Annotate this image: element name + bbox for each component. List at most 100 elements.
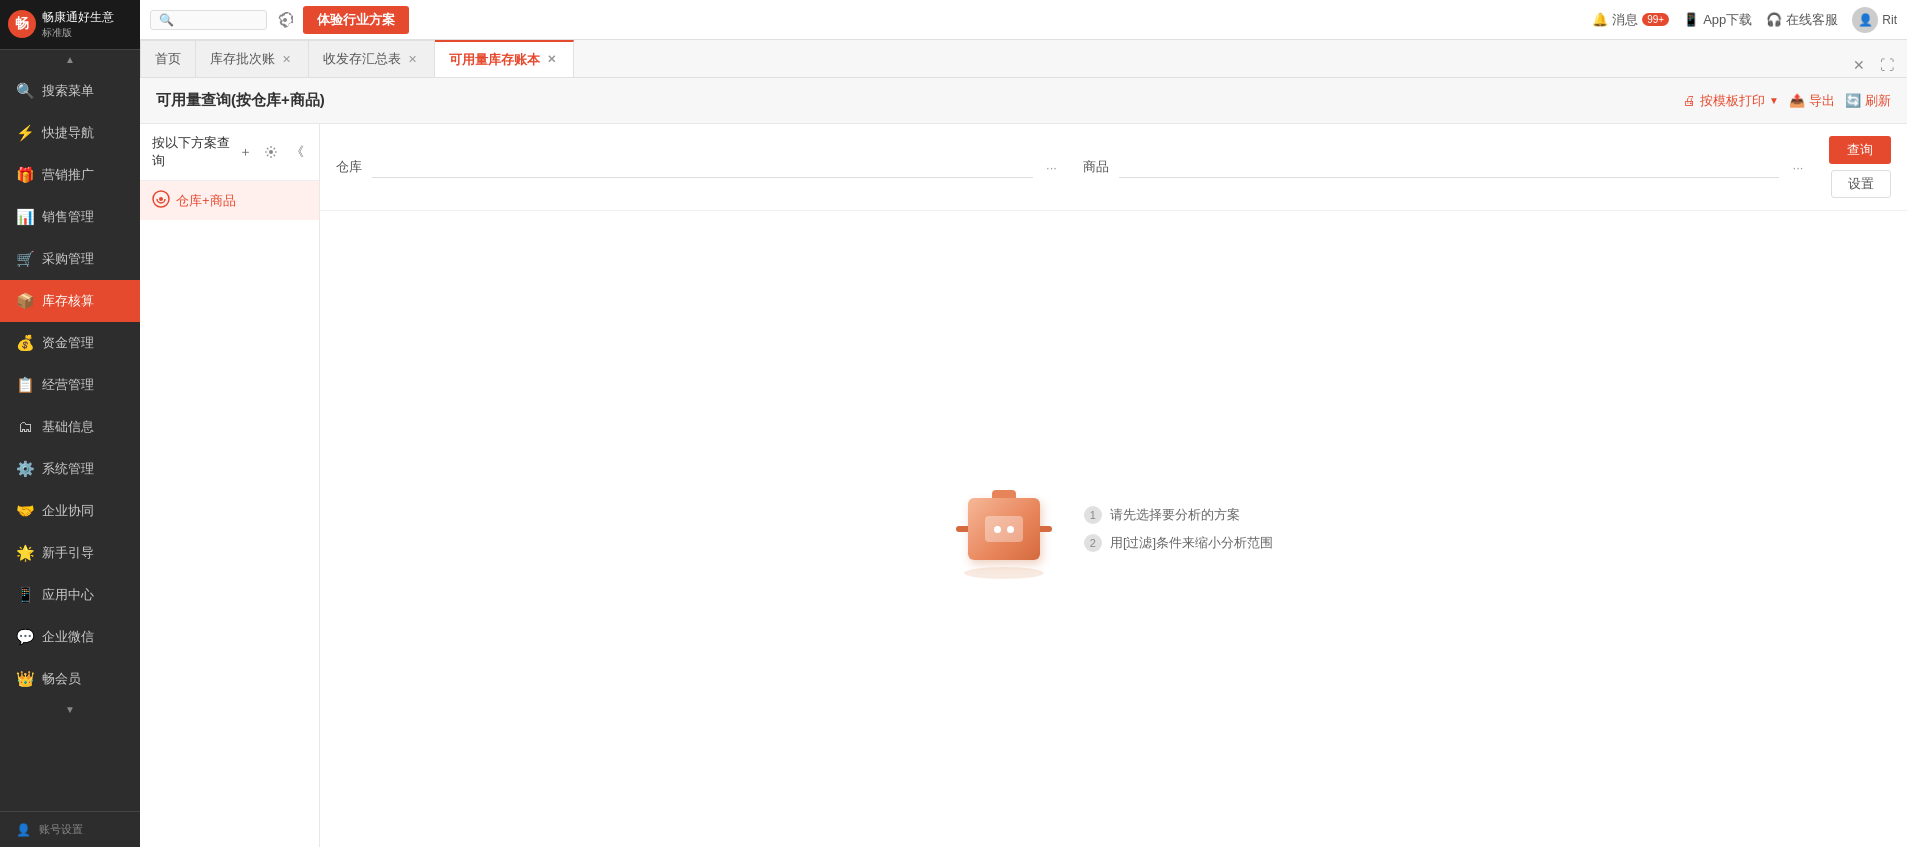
star-icon: 🌟 (16, 544, 34, 562)
close-tab-btn[interactable]: ✕ (1847, 53, 1871, 77)
export-btn[interactable]: 📤 导出 (1789, 92, 1835, 110)
tab-home[interactable]: 首页 (140, 40, 196, 77)
print-btn[interactable]: 🖨 按模板打印 ▼ (1683, 92, 1779, 110)
svg-point-2 (159, 197, 163, 201)
sidebar-menu: ▲ 🔍 搜索菜单 ⚡ 快捷导航 🎁 营销推广 📊 销售管理 🛒 采购管理 📦 库… (0, 50, 140, 811)
refresh-btn[interactable]: 🔄 刷新 (1845, 92, 1891, 110)
crown-icon: 👑 (16, 670, 34, 688)
filter-actions: 查询 设置 (1829, 136, 1891, 198)
filter-bar: 仓库 ··· 商品 ··· 查询 设置 (320, 124, 1907, 211)
tab-close-receipt[interactable]: ✕ (405, 52, 420, 67)
svg-point-0 (269, 150, 273, 154)
tab-batch-account[interactable]: 库存批次账 ✕ (196, 40, 309, 77)
left-panel: 按以下方案查询 ＋ 《 仓库+商品 (140, 124, 320, 847)
sidebar-scroll-down[interactable]: ▼ (0, 700, 140, 720)
sidebar-item-wechat[interactable]: 💬 企业微信 (0, 616, 140, 658)
online-service-btn[interactable]: 🎧 在线客服 (1766, 11, 1838, 29)
settings-icon[interactable] (273, 8, 297, 32)
settings-button[interactable]: 设置 (1831, 170, 1891, 198)
gear-icon: ⚙️ (16, 460, 34, 478)
goods-filter-input[interactable] (1119, 156, 1780, 178)
refresh-icon: 🔄 (1845, 93, 1861, 108)
warehouse-more-btn[interactable]: ··· (1041, 156, 1063, 178)
app-download-btn[interactable]: 📱 App下载 (1683, 11, 1752, 29)
goods-more-btn[interactable]: ··· (1787, 156, 1809, 178)
expand-tab-btn[interactable]: ⛶ (1875, 53, 1899, 77)
sidebar-header: 畅 畅康通好生意 标准版 (0, 0, 140, 50)
sidebar-item-cooperation[interactable]: 🤝 企业协同 (0, 490, 140, 532)
trial-button[interactable]: 体验行业方案 (303, 6, 409, 34)
money-icon: 💰 (16, 334, 34, 352)
tabs-bar: 首页 库存批次账 ✕ 收发存汇总表 ✕ 可用量库存账本 ✕ ✕ ⛶ (140, 40, 1907, 78)
avatar: 👤 (1852, 7, 1878, 33)
chat-icon: 💬 (16, 628, 34, 646)
sidebar-item-finance[interactable]: 💰 资金管理 (0, 322, 140, 364)
sidebar-item-operations[interactable]: 📋 经营管理 (0, 364, 140, 406)
shortcut-icon: ⚡ (16, 124, 34, 142)
sidebar-footer: 👤 账号设置 (0, 811, 140, 847)
hint-1: 1 请先选择要分析的方案 (1084, 506, 1273, 524)
scheme-warehouse-goods[interactable]: 仓库+商品 (140, 181, 319, 220)
goods-filter-field: 商品 ··· (1083, 156, 1810, 178)
page-title: 可用量查询(按仓库+商品) (156, 91, 325, 110)
printer-icon: 🖨 (1683, 93, 1696, 108)
tabs-actions: ✕ ⛶ (1847, 53, 1907, 77)
left-panel-header: 按以下方案查询 ＋ 《 (140, 124, 319, 181)
cart-icon: 🛒 (16, 250, 34, 268)
hint-2: 2 用[过滤]条件来缩小分析范围 (1084, 534, 1273, 552)
search-icon-small: 🔍 (159, 13, 174, 27)
headset-icon: 🎧 (1766, 12, 1782, 27)
query-button[interactable]: 查询 (1829, 136, 1891, 164)
main-area: 🔍 体验行业方案 🔔 消息 99+ 📱 App下载 🎧 在线客服 (140, 0, 1907, 847)
tab-close-batch[interactable]: ✕ (279, 52, 294, 67)
sidebar-item-marketing[interactable]: 🎁 营销推广 (0, 154, 140, 196)
tab-available-stock[interactable]: 可用量库存账本 ✕ (435, 40, 574, 77)
topbar-right: 🔔 消息 99+ 📱 App下载 🎧 在线客服 👤 Rit (1592, 7, 1897, 33)
dropdown-arrow-icon: ▼ (1769, 95, 1779, 106)
sidebar-item-member[interactable]: 👑 畅会员 (0, 658, 140, 700)
phone-download-icon: 📱 (1683, 12, 1699, 27)
handshake-icon: 🤝 (16, 502, 34, 520)
sidebar-scroll-up[interactable]: ▲ (0, 50, 140, 70)
sidebar-item-shortcut[interactable]: ⚡ 快捷导航 (0, 112, 140, 154)
warehouse-filter-label: 仓库 (336, 158, 364, 176)
export-icon: 📤 (1789, 93, 1805, 108)
search-input[interactable] (178, 13, 258, 27)
empty-illustration (954, 479, 1054, 579)
sidebar-item-purchase[interactable]: 🛒 采购管理 (0, 238, 140, 280)
username-label: Rit (1882, 13, 1897, 27)
add-scheme-btn[interactable]: ＋ (235, 142, 255, 162)
gift-icon: 🎁 (16, 166, 34, 184)
folder-icon: 🗂 (16, 418, 34, 435)
notification-btn[interactable]: 🔔 消息 99+ (1592, 11, 1669, 29)
user-profile-btn[interactable]: 👤 Rit (1852, 7, 1897, 33)
scheme-settings-btn[interactable] (261, 142, 281, 162)
search-icon: 🔍 (16, 82, 34, 100)
clipboard-icon: 📋 (16, 376, 34, 394)
notification-badge: 99+ (1642, 13, 1669, 26)
sidebar-item-basics[interactable]: 🗂 基础信息 (0, 406, 140, 448)
sidebar-item-system[interactable]: ⚙️ 系统管理 (0, 448, 140, 490)
box-icon: 📦 (16, 292, 34, 310)
left-panel-actions: ＋ 《 (235, 142, 307, 162)
search-box[interactable]: 🔍 (150, 10, 267, 30)
sidebar-item-sales[interactable]: 📊 销售管理 (0, 196, 140, 238)
sidebar-item-search[interactable]: 🔍 搜索菜单 (0, 70, 140, 112)
chart-icon: 📊 (16, 208, 34, 226)
tab-close-available[interactable]: ✕ (544, 52, 559, 67)
collapse-panel-btn[interactable]: 《 (287, 142, 307, 162)
user-icon: 👤 (16, 823, 31, 837)
sidebar-item-appstore[interactable]: 📱 应用中心 (0, 574, 140, 616)
topbar: 🔍 体验行业方案 🔔 消息 99+ 📱 App下载 🎧 在线客服 (140, 0, 1907, 40)
sidebar-item-inventory[interactable]: 📦 库存核算 (0, 280, 140, 322)
warehouse-filter-input[interactable] (372, 156, 1033, 178)
bell-icon: 🔔 (1592, 12, 1608, 27)
scheme-icon (152, 190, 170, 211)
app-logo: 畅 (8, 10, 36, 38)
content-area: 按以下方案查询 ＋ 《 仓库+商品 (140, 124, 1907, 847)
right-panel: 仓库 ··· 商品 ··· 查询 设置 (320, 124, 1907, 847)
tab-receipt-summary[interactable]: 收发存汇总表 ✕ (309, 40, 435, 77)
sidebar-item-guide[interactable]: 🌟 新手引导 (0, 532, 140, 574)
topbar-left: 🔍 体验行业方案 (150, 6, 1584, 34)
empty-state: 1 请先选择要分析的方案 2 用[过滤]条件来缩小分析范围 (320, 211, 1907, 847)
